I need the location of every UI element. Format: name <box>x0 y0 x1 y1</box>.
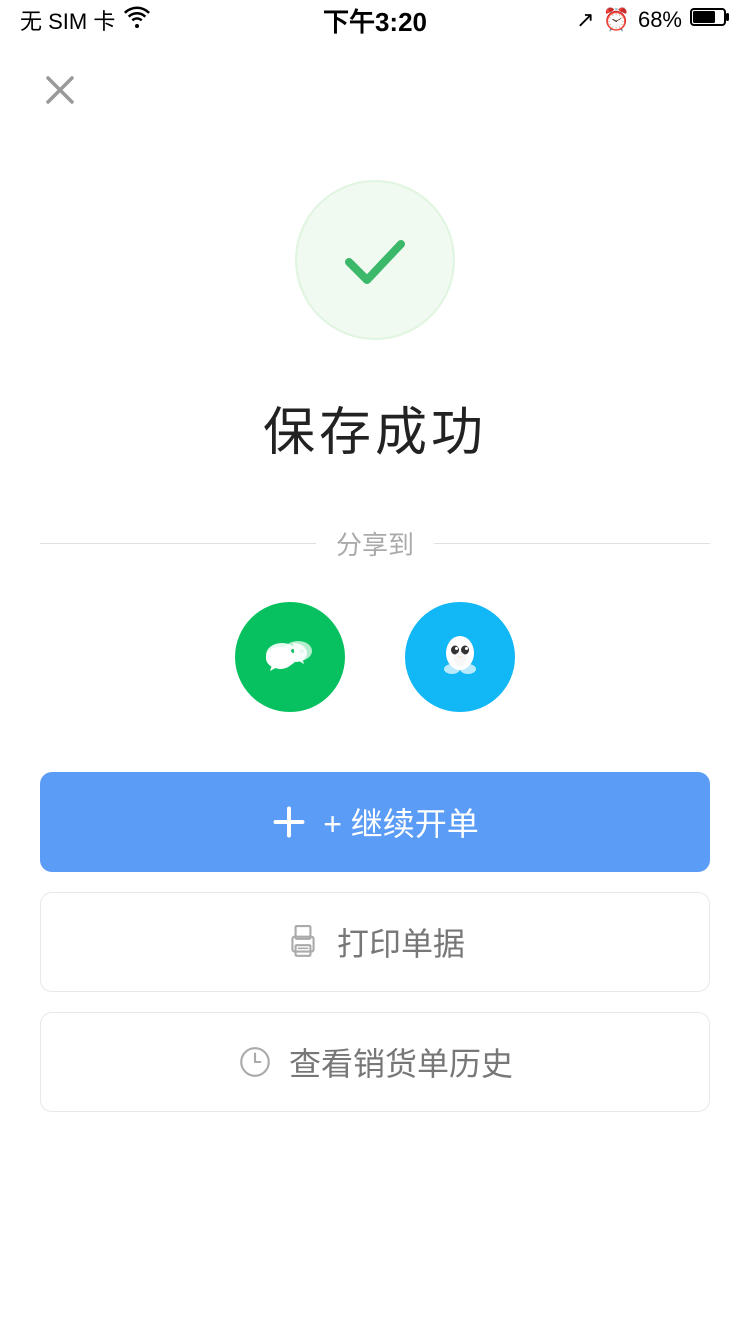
print-receipt-button[interactable]: 打印单据 <box>40 892 710 992</box>
main-content: 保存成功 分享到 <box>0 140 750 1334</box>
close-button[interactable] <box>30 60 90 120</box>
status-bar: 无 SIM 卡 下午3:20 ↗ ⏰ 68% <box>0 0 750 40</box>
success-title: 保存成功 <box>263 390 487 465</box>
wechat-icon <box>258 625 322 689</box>
success-icon-circle <box>295 180 455 340</box>
location-icon: ↗ <box>576 7 594 33</box>
share-wechat-button[interactable] <box>235 602 345 712</box>
share-section: 分享到 <box>40 525 710 712</box>
status-right: ↗ ⏰ 68% <box>576 6 730 34</box>
view-history-button[interactable]: 查看销货单历史 <box>40 1012 710 1112</box>
continue-order-label: + 继续开单 <box>323 799 479 845</box>
share-icons <box>235 602 515 712</box>
print-icon <box>285 924 321 960</box>
checkmark-icon <box>335 220 415 300</box>
share-divider: 分享到 <box>40 525 710 562</box>
alarm-icon: ⏰ <box>603 7 630 33</box>
history-label: 查看销货单历史 <box>289 1039 513 1085</box>
battery-icon <box>690 6 730 34</box>
status-left: 无 SIM 卡 <box>20 4 151 36</box>
qq-icon <box>428 625 492 689</box>
status-time: 下午3:20 <box>323 2 427 39</box>
history-icon <box>237 1044 273 1080</box>
share-label: 分享到 <box>336 525 414 562</box>
battery-percent: 68% <box>638 7 682 33</box>
plus-icon <box>271 804 307 840</box>
action-buttons: + 继续开单 打印单据 查看销货单历史 <box>40 772 710 1112</box>
wifi-icon <box>123 6 151 35</box>
share-qq-button[interactable] <box>405 602 515 712</box>
signal-text: 无 SIM 卡 <box>20 4 115 36</box>
continue-order-button[interactable]: + 继续开单 <box>40 772 710 872</box>
print-label: 打印单据 <box>337 919 465 965</box>
